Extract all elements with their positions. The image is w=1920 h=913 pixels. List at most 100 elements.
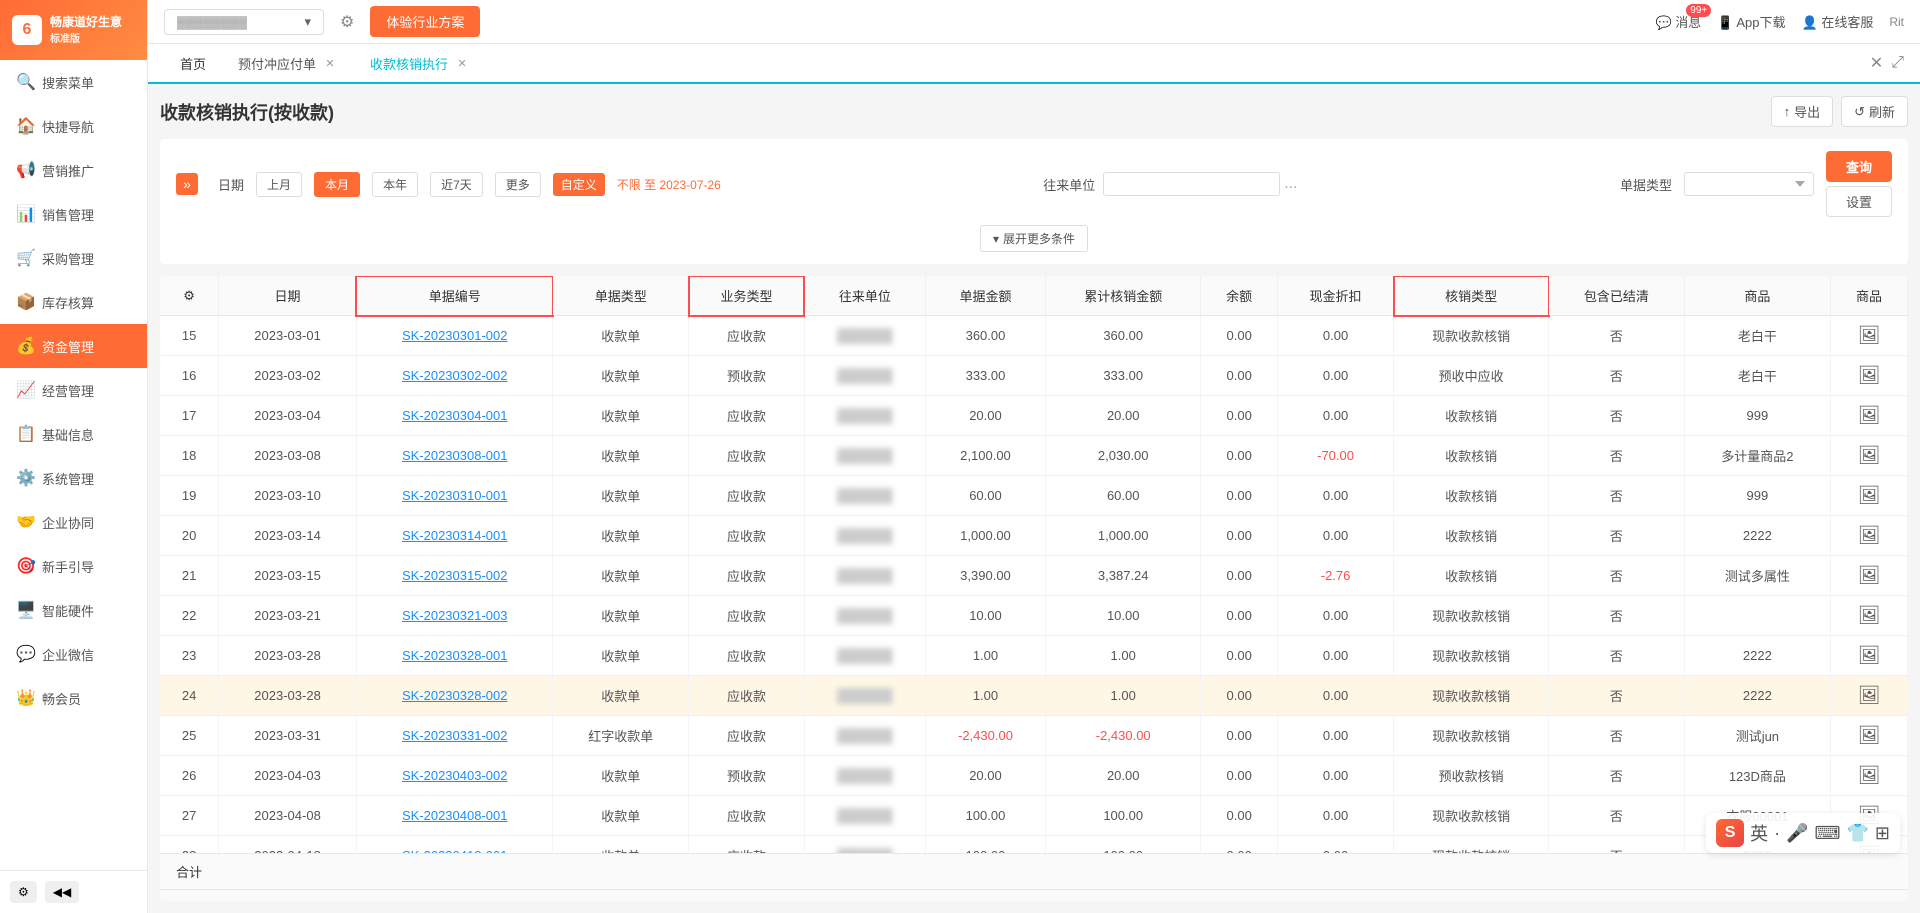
table-row: 192023-03-10SK-20230310-001收款单应收款██████6… [160, 476, 1908, 516]
row-bill-no[interactable]: SK-20230315-002 [356, 556, 553, 596]
logo-title: 畅康道好生意 [50, 15, 122, 31]
col-header-biz_type: 业务类型 [689, 276, 805, 316]
row-bill-no[interactable]: SK-20230331-002 [356, 716, 553, 756]
date-7days[interactable]: 近7天 [430, 172, 483, 197]
sidebar-item-wechat[interactable]: 💬企业微信 [0, 632, 147, 676]
horizontal-scrollbar[interactable] [160, 889, 1908, 901]
row-bill-no[interactable]: SK-20230328-002 [356, 676, 553, 716]
row-goods: 2222 [1684, 516, 1830, 556]
table-row: 162023-03-02SK-20230302-002收款单预收款██████3… [160, 356, 1908, 396]
row-bill-no[interactable]: SK-20230302-002 [356, 356, 553, 396]
link-row-bill-no[interactable]: SK-20230331-002 [402, 728, 508, 743]
row-bill-no[interactable]: SK-20230321-003 [356, 596, 553, 636]
row-verified: -2,430.00 [1046, 716, 1201, 756]
sidebar-label-inventory: 库存核算 [42, 293, 94, 312]
row-bill-no[interactable]: SK-20230328-001 [356, 636, 553, 676]
sidebar-settings-btn[interactable]: ⚙ [10, 881, 37, 903]
link-row-bill-no[interactable]: SK-20230308-001 [402, 448, 508, 463]
row-bill-type: 收款单 [553, 476, 689, 516]
link-row-bill-no[interactable]: SK-20230403-002 [402, 768, 508, 783]
sidebar-item-inventory[interactable]: 📦库存核算 [0, 280, 147, 324]
table-scroll[interactable]: ⚙日期单据编号单据类型业务类型往来单位单据金额累计核销金额余额现金折扣核销类型包… [160, 276, 1908, 853]
sidebar-item-marketing[interactable]: 📢营销推广 [0, 148, 147, 192]
settings-icon[interactable]: ⚙ [340, 12, 354, 32]
filter-toggle-btn[interactable]: » [176, 173, 198, 195]
export-btn[interactable]: ↑ 导出 [1771, 96, 1834, 127]
tab-receipt-verify[interactable]: 收款核销执行✕ [354, 44, 486, 84]
sidebar-item-basic[interactable]: 📋基础信息 [0, 412, 147, 456]
row-bill-no[interactable]: SK-20230304-001 [356, 396, 553, 436]
sidebar-item-enterprise[interactable]: 🤝企业协同 [0, 500, 147, 544]
row-bill-no[interactable]: SK-20230418-001 [356, 836, 553, 854]
refresh-btn[interactable]: ↺ 刷新 [1841, 96, 1908, 127]
link-row-bill-no[interactable]: SK-20230301-002 [402, 328, 508, 343]
link-row-bill-no[interactable]: SK-20230310-001 [402, 488, 508, 503]
partner-label: 往来单位 [1043, 175, 1095, 194]
row-bill-no[interactable]: SK-20230314-001 [356, 516, 553, 556]
sidebar-item-search[interactable]: 🔍搜索菜单 [0, 60, 147, 104]
tab-label-prepay: 预付冲应付单 [238, 54, 316, 73]
sidebar-item-sales[interactable]: 📊销售管理 [0, 192, 147, 236]
row-bill-no[interactable]: SK-20230308-001 [356, 436, 553, 476]
settings-btn[interactable]: 设置 [1826, 186, 1892, 217]
link-row-bill-no[interactable]: SK-20230328-001 [402, 648, 508, 663]
partner-dots[interactable]: ... [1284, 175, 1297, 193]
bill-type-select[interactable] [1684, 172, 1814, 196]
row-bill-no[interactable]: SK-20230301-002 [356, 316, 553, 356]
row-include-cleared: 否 [1549, 596, 1685, 636]
tab-close-all-btn[interactable]: ✕ [1870, 53, 1883, 73]
link-row-bill-no[interactable]: SK-20230408-001 [402, 808, 508, 823]
tab-close-prepay[interactable]: ✕ [322, 55, 338, 71]
solution-btn[interactable]: 体验行业方案 [370, 6, 480, 37]
partner-input[interactable] [1103, 172, 1280, 196]
link-row-bill-no[interactable]: SK-20230328-002 [402, 688, 508, 703]
row-verified: 10.00 [1046, 596, 1201, 636]
app-download[interactable]: 📱 App下载 [1717, 12, 1785, 31]
filter-row-2: ▾ 展开更多条件 [176, 225, 1892, 252]
sidebar-collapse-btn[interactable]: ◀◀ [45, 881, 79, 903]
online-service[interactable]: 👤 在线客服 [1802, 12, 1874, 31]
tab-home[interactable]: 首页 [164, 44, 222, 84]
row-balance: 0.00 [1201, 676, 1278, 716]
tab-prepay[interactable]: 预付冲应付单 ✕ [222, 44, 354, 84]
sidebar-item-hardware[interactable]: 🖥️智能硬件 [0, 588, 147, 632]
link-row-bill-no[interactable]: SK-20230321-003 [402, 608, 508, 623]
topnav-dropdown[interactable]: ▓▓▓▓▓▓▓▓ ▾ [164, 9, 324, 35]
link-row-bill-no[interactable]: SK-20230302-002 [402, 368, 508, 383]
sidebar-icon-purchase: 🛒 [16, 248, 34, 268]
row-bill-type: 收款单 [553, 596, 689, 636]
tab-close-receipt-verify[interactable]: ✕ [454, 55, 470, 71]
english-icon: 英 [1750, 820, 1768, 846]
date-more[interactable]: 更多 [495, 172, 541, 197]
sidebar-icon-finance: 💰 [16, 336, 34, 356]
date-this-year[interactable]: 本年 [372, 172, 418, 197]
sidebar-item-guide[interactable]: 🎯新手引导 [0, 544, 147, 588]
link-row-bill-no[interactable]: SK-20230315-002 [402, 568, 508, 583]
row-bill-no[interactable]: SK-20230403-002 [356, 756, 553, 796]
date-custom[interactable]: 自定义 [553, 173, 605, 196]
date-last-month[interactable]: 上月 [256, 172, 302, 197]
sidebar-item-purchase[interactable]: 🛒采购管理 [0, 236, 147, 280]
sidebar-icon-member: 👑 [16, 688, 34, 708]
watermark-icons[interactable]: 英 · 🎤 ⌨ 👕 ⊞ [1750, 820, 1890, 846]
data-table: ⚙日期单据编号单据类型业务类型往来单位单据金额累计核销金额余额现金折扣核销类型包… [160, 276, 1908, 901]
query-btn[interactable]: 查询 [1826, 151, 1892, 182]
row-bill-no[interactable]: SK-20230408-001 [356, 796, 553, 836]
sidebar-item-operation[interactable]: 📈经营管理 [0, 368, 147, 412]
sidebar-item-member[interactable]: 👑畅会员 [0, 676, 147, 720]
row-partner: ██████ [804, 356, 925, 396]
sidebar-item-finance[interactable]: 💰资金管理 [0, 324, 147, 368]
sidebar-label-guide: 新手引导 [42, 557, 94, 576]
tab-maximize-btn[interactable]: ⤢ [1891, 54, 1904, 72]
link-row-bill-no[interactable]: SK-20230314-001 [402, 528, 508, 543]
sidebar-item-quicknav[interactable]: 🏠快捷导航 [0, 104, 147, 148]
row-discount: 0.00 [1278, 396, 1394, 436]
expand-btn[interactable]: ▾ 展开更多条件 [980, 225, 1088, 252]
gear-col-icon[interactable]: ⚙ [183, 288, 195, 303]
message-badge[interactable]: 💬 消息 99+ [1655, 12, 1701, 31]
sidebar-item-system[interactable]: ⚙️系统管理 [0, 456, 147, 500]
link-row-bill-no[interactable]: SK-20230304-001 [402, 408, 508, 423]
row-bill-no[interactable]: SK-20230310-001 [356, 476, 553, 516]
row-biz-type: 应收款 [689, 636, 805, 676]
date-this-month[interactable]: 本月 [314, 172, 360, 197]
